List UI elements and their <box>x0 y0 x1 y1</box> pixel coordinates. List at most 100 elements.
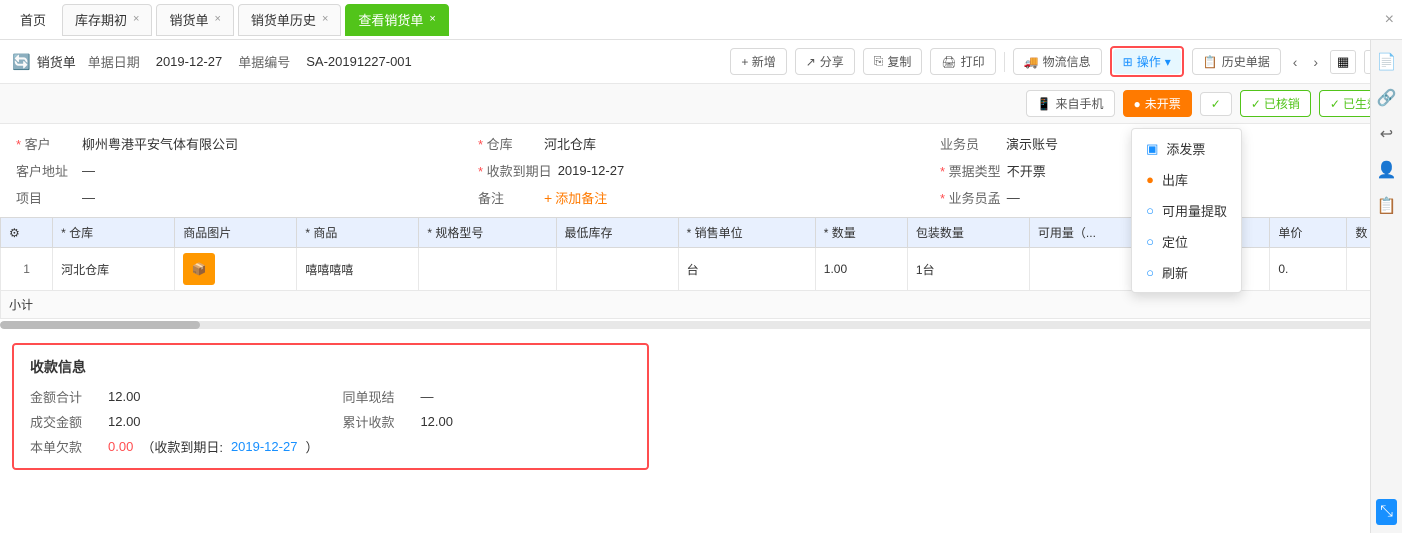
effective-icon: ✓ <box>1330 97 1340 111</box>
new-button[interactable]: + 新增 <box>730 48 786 75</box>
add-note-link[interactable]: + 添加备注 <box>544 188 607 207</box>
not-opened-button[interactable]: ● 未开票 <box>1123 90 1192 117</box>
print-button[interactable]: 🖨 打印 <box>930 48 995 75</box>
total-amount-value: 12.00 <box>108 389 141 404</box>
menu-locate[interactable]: ○ 定位 <box>1132 226 1241 257</box>
tab-sales-history-close[interactable]: × <box>322 14 328 25</box>
warehouse-row: 仓库 河北仓库 <box>478 134 924 153</box>
panel-expand-icon[interactable]: ⤡ <box>1376 499 1397 525</box>
tab-bar: 首页 库存期初 × 销货单 × 销货单历史 × 查看销货单 × × <box>0 0 1402 40</box>
check-icon-button[interactable]: ✓ <box>1200 92 1232 116</box>
col-min-stock: 最低库存 <box>556 218 678 248</box>
next-button[interactable]: › <box>1309 52 1322 72</box>
address-row: 客户地址 — <box>16 161 462 180</box>
checked-icon: ✓ <box>1251 97 1261 111</box>
outbound-label: 出库 <box>1162 170 1188 189</box>
phone-icon: 📱 <box>1037 97 1052 111</box>
available-qty-icon: ○ <box>1146 203 1154 218</box>
payment-grid: 金额合计 12.00 同单现结 — 成交金额 12.00 累计收款 12.00 <box>30 387 631 456</box>
col-pack-qty: 包装数量 <box>907 218 1029 248</box>
col-gear[interactable]: ⚙ <box>1 218 53 248</box>
tab-sales-history[interactable]: 销货单历史 × <box>238 4 341 36</box>
panel-doc-icon[interactable]: 📄 <box>1373 48 1401 76</box>
total-amount-label: 金额合计 <box>30 387 100 406</box>
share-button[interactable]: ↗ 分享 <box>795 48 855 75</box>
doc-name: 销货单 <box>37 52 76 71</box>
due-value: 0.00 <box>108 439 133 454</box>
table-scrollbar[interactable] <box>0 321 1402 329</box>
row-min-stock <box>556 248 678 291</box>
ops-arrow-icon: ▾ <box>1165 55 1171 69</box>
tab-sales-history-label: 销货单历史 <box>251 10 316 29</box>
customer-label: 客户 <box>16 134 76 153</box>
invoice-value: 不开票 <box>1007 161 1046 180</box>
menu-refresh[interactable]: ○ 刷新 <box>1132 257 1241 288</box>
date-value: 2019-12-27 <box>156 54 223 69</box>
logistics-button[interactable]: 🚚 物流信息 <box>1013 48 1102 75</box>
already-checked-button[interactable]: ✓ 已核销 <box>1240 90 1311 117</box>
panel-undo-icon[interactable]: ↩ <box>1376 120 1397 148</box>
staff-label: 业务员 <box>940 134 1000 153</box>
tab-view-sales-close[interactable]: × <box>429 14 435 25</box>
number-label: 单据编号 <box>238 52 290 71</box>
panel-link-icon[interactable]: 🔗 <box>1373 84 1401 112</box>
toolbar-left: 🔄 销货单 单据日期 2019-12-27 单据编号 SA-20191227-0… <box>12 52 412 71</box>
row-spec <box>419 248 556 291</box>
cumulative-row: 累计收款 12.00 <box>342 412 630 431</box>
due-date: 2019-12-27 <box>231 439 298 454</box>
toolbar-right: + 新增 ↗ 分享 ⎘ 复制 🖨 打印 🚚 物流信息 <box>730 46 1390 77</box>
note-label: 备注 <box>478 188 538 207</box>
history-icon: 📋 <box>1203 55 1218 69</box>
menu-available-qty[interactable]: ○ 可用量提取 <box>1132 195 1241 226</box>
tab-view-sales[interactable]: 查看销货单 × <box>345 4 448 36</box>
doc-meta: 单据日期 2019-12-27 单据编号 SA-20191227-001 <box>88 52 412 71</box>
col-unit: * 销售单位 <box>678 218 815 248</box>
same-order-label: 同单现结 <box>342 387 412 406</box>
col-qty: * 数量 <box>815 218 907 248</box>
salesperson-label: 业务员孟 <box>940 188 1001 207</box>
menu-add-invoice[interactable]: ▣ 添发票 <box>1132 133 1241 164</box>
invoice-label: 票据类型 <box>940 161 1001 180</box>
locate-icon: ○ <box>1146 234 1154 249</box>
number-value: SA-20191227-001 <box>306 54 412 69</box>
payment-due-row: 收款到期日 2019-12-27 <box>478 161 924 180</box>
table-scroll-thumb <box>0 321 200 329</box>
copy-button[interactable]: ⎘ 复制 <box>863 48 923 75</box>
locate-label: 定位 <box>1162 232 1188 251</box>
tab-bar-close[interactable]: × <box>1385 11 1394 29</box>
panel-note-icon[interactable]: 📋 <box>1373 192 1401 220</box>
available-qty-label: 可用量提取 <box>1162 201 1227 220</box>
deal-amount-row: 成交金额 12.00 <box>30 412 318 431</box>
from-phone-button[interactable]: 📱 来自手机 <box>1026 90 1115 117</box>
panel-user-icon[interactable]: 👤 <box>1373 156 1401 184</box>
tab-inventory[interactable]: 库存期初 × <box>62 4 152 36</box>
doc-icon: 🔄 <box>12 53 31 71</box>
payment-box: 收款信息 金额合计 12.00 同单现结 — 成交金额 12.00 <box>12 343 649 470</box>
row-product-img: 📦 <box>175 248 297 291</box>
deal-amount-value: 12.00 <box>108 414 141 429</box>
tab-home[interactable]: 首页 <box>8 4 58 36</box>
refresh-icon: ○ <box>1146 265 1154 280</box>
deal-amount-label: 成交金额 <box>30 412 100 431</box>
tab-inventory-close[interactable]: × <box>133 14 139 25</box>
col-price: 单价 <box>1270 218 1347 248</box>
tab-sales[interactable]: 销货单 × <box>156 4 233 36</box>
right-panel: 📄 🔗 ↩ 👤 📋 ⤡ <box>1370 40 1402 533</box>
warehouse-label: 仓库 <box>478 134 538 153</box>
ops-button[interactable]: ⊞ 操作 ▾ <box>1113 49 1181 74</box>
note-row: 备注 + 添加备注 <box>478 188 924 207</box>
ops-icon: ⊞ <box>1123 55 1133 69</box>
prev-button[interactable]: ‹ <box>1289 52 1302 72</box>
history-button[interactable]: 📋 历史单据 <box>1192 48 1281 75</box>
menu-outbound[interactable]: ● 出库 <box>1132 164 1241 195</box>
subtotal-row: 小计 <box>1 291 1402 319</box>
check-icon: ✓ <box>1211 97 1221 111</box>
grid-view-button[interactable]: ▦ <box>1330 50 1356 74</box>
refresh-label: 刷新 <box>1162 263 1188 282</box>
due-close: ） <box>305 437 318 456</box>
tab-sales-close[interactable]: × <box>214 14 220 25</box>
same-order-value: — <box>420 389 433 404</box>
add-invoice-icon: ▣ <box>1146 141 1158 157</box>
subtotal-label: 小计 <box>1 291 1402 319</box>
row-num: 1 <box>1 248 53 291</box>
